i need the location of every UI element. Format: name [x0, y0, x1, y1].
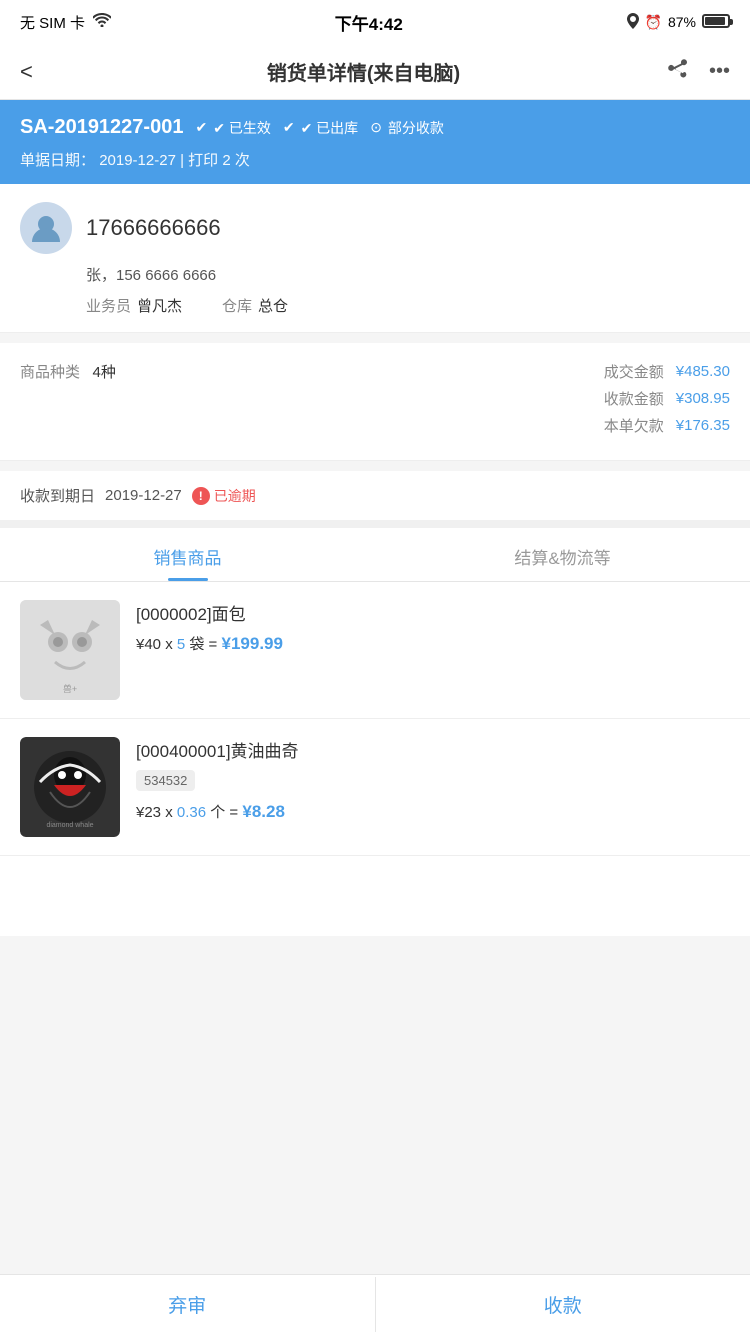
due-section: 收款到期日 2019-12-27 ! 已逾期 [0, 471, 750, 528]
back-button[interactable]: < [20, 59, 60, 85]
customer-meta: 业务员 曾凡杰 仓库 总仓 [20, 295, 730, 316]
debt-label: 本单欠款 [604, 415, 664, 436]
status-left: 无 SIM 卡 [20, 12, 111, 33]
more-button[interactable]: ••• [709, 60, 730, 83]
overdue-icon: ! [192, 487, 210, 505]
customer-contact: 张，156 6666 6666 [20, 264, 730, 285]
product-name-2: [000400001]黄油曲奇 [136, 737, 730, 762]
due-label: 收款到期日 [20, 485, 95, 506]
tab-bar: 销售商品 结算&物流等 [0, 528, 750, 582]
trade-amount-label: 成交金额 [604, 361, 664, 382]
svg-text:diamond whale: diamond whale [46, 822, 93, 829]
status-time: 下午4:42 [335, 10, 403, 35]
received-value: ¥308.95 [676, 390, 730, 407]
wifi-icon [93, 13, 111, 31]
order-id: SA-20191227-001 [20, 116, 183, 139]
warehouse-value: 总仓 [258, 295, 288, 316]
bottom-action-bar: 弃审 收款 [0, 1274, 750, 1334]
summary-row: 商品种类 4种 成交金额 ¥485.30 收款金额 ¥308.95 本单欠款 ¥… [20, 361, 730, 442]
trade-amount-value: ¥485.30 [676, 363, 730, 380]
status-right: ⏰ 87% [627, 13, 730, 32]
page-title: 销货单详情(来自电脑) [267, 57, 460, 86]
due-date: 2019-12-27 [105, 487, 182, 504]
status-effective: ✔ ✔ 已生效 [195, 118, 270, 138]
product-qty-highlight-1: 5 [177, 636, 185, 653]
received-amount-row: 收款金额 ¥308.95 [604, 388, 730, 409]
carrier-text: 无 SIM 卡 [20, 12, 85, 33]
product-price-1: ¥40 x 5 袋 = ¥199.99 [136, 633, 730, 654]
product-price-2: ¥23 x 0.36 个 = ¥8.28 [136, 801, 730, 822]
share-button[interactable] [667, 58, 689, 86]
overdue-text: 已逾期 [214, 486, 256, 506]
nav-actions: ••• [667, 58, 730, 86]
order-date-row: 单据日期： 2019-12-27 | 打印 2 次 [20, 149, 730, 170]
product-total-1: ¥199.99 [222, 634, 283, 653]
overdue-badge: ! 已逾期 [192, 486, 256, 506]
status-partial: ⊙ 部分收款 [370, 118, 444, 138]
confirm-button[interactable]: 收款 [376, 1277, 750, 1332]
sales-label: 业务员 [86, 295, 131, 316]
product-qty-highlight-2: 0.36 [177, 804, 206, 821]
status-bar: 无 SIM 卡 下午4:42 ⏰ 87% [0, 0, 750, 44]
product-type-value: 4种 [93, 364, 116, 381]
tab-active-indicator [168, 578, 208, 581]
sales-meta: 业务员 曾凡杰 [86, 295, 182, 316]
status-shipped: ✔ ✔ 已出库 [283, 118, 358, 138]
trade-amount-row: 成交金额 ¥485.30 [604, 361, 730, 382]
product-info-1: [0000002]面包 ¥40 x 5 袋 = ¥199.99 [136, 600, 730, 654]
product-total-2: ¥8.28 [242, 802, 285, 821]
product-tag-2: 534532 [136, 770, 195, 791]
order-date: 2019-12-27 [99, 152, 176, 169]
order-id-row: SA-20191227-001 ✔ ✔ 已生效 ✔ ✔ 已出库 ⊙ 部分收款 [20, 116, 730, 139]
print-info: | 打印 2 次 [180, 152, 250, 169]
product-thumb-2: diamond whale [20, 737, 120, 837]
tab-sales-products[interactable]: 销售商品 [0, 528, 375, 581]
product-item-2: diamond whale [000400001]黄油曲奇 534532 ¥23… [0, 719, 750, 856]
product-info-2: [000400001]黄油曲奇 534532 ¥23 x 0.36 个 = ¥8… [136, 737, 730, 822]
order-header: SA-20191227-001 ✔ ✔ 已生效 ✔ ✔ 已出库 ⊙ 部分收款 单… [0, 100, 750, 184]
battery-percentage: 87% [668, 14, 696, 30]
customer-phone: 17666666666 [86, 215, 221, 241]
product-type-label: 商品种类 [20, 364, 80, 381]
battery-icon [702, 14, 730, 31]
product-thumb-1: 兽+ [20, 600, 120, 700]
debt-value: ¥176.35 [676, 417, 730, 434]
amount-summary: 成交金额 ¥485.30 收款金额 ¥308.95 本单欠款 ¥176.35 [604, 361, 730, 442]
customer-top: 17666666666 [20, 202, 730, 254]
location-icon [627, 13, 639, 32]
avatar [20, 202, 72, 254]
debt-amount-row: 本单欠款 ¥176.35 [604, 415, 730, 436]
sales-value: 曾凡杰 [137, 295, 182, 316]
nav-bar: < 销货单详情(来自电脑) ••• [0, 44, 750, 100]
summary-section: 商品种类 4种 成交金额 ¥485.30 收款金额 ¥308.95 本单欠款 ¥… [0, 343, 750, 461]
product-item: 兽+ [0000002]面包 ¥40 x 5 袋 = ¥199.99 [0, 582, 750, 719]
alarm-icon: ⏰ [645, 14, 662, 31]
cancel-button[interactable]: 弃审 [0, 1277, 376, 1332]
warehouse-meta: 仓库 总仓 [222, 295, 288, 316]
received-label: 收款金额 [604, 388, 664, 409]
product-list: 兽+ [0000002]面包 ¥40 x 5 袋 = ¥199.99 [0, 582, 750, 936]
check-icon-1: ✔ [195, 119, 207, 136]
clock-icon: ⊙ [370, 119, 382, 136]
warehouse-label: 仓库 [222, 295, 252, 316]
tab-settlement[interactable]: 结算&物流等 [375, 528, 750, 581]
product-name-1: [0000002]面包 [136, 600, 730, 625]
bottom-spacer [0, 856, 750, 936]
product-type: 商品种类 4种 [20, 361, 116, 382]
customer-section: 17666666666 张，156 6666 6666 业务员 曾凡杰 仓库 总… [0, 184, 750, 333]
svg-text:兽+: 兽+ [63, 683, 77, 694]
check-icon-2: ✔ [283, 119, 295, 136]
date-label: 单据日期： [20, 152, 95, 169]
